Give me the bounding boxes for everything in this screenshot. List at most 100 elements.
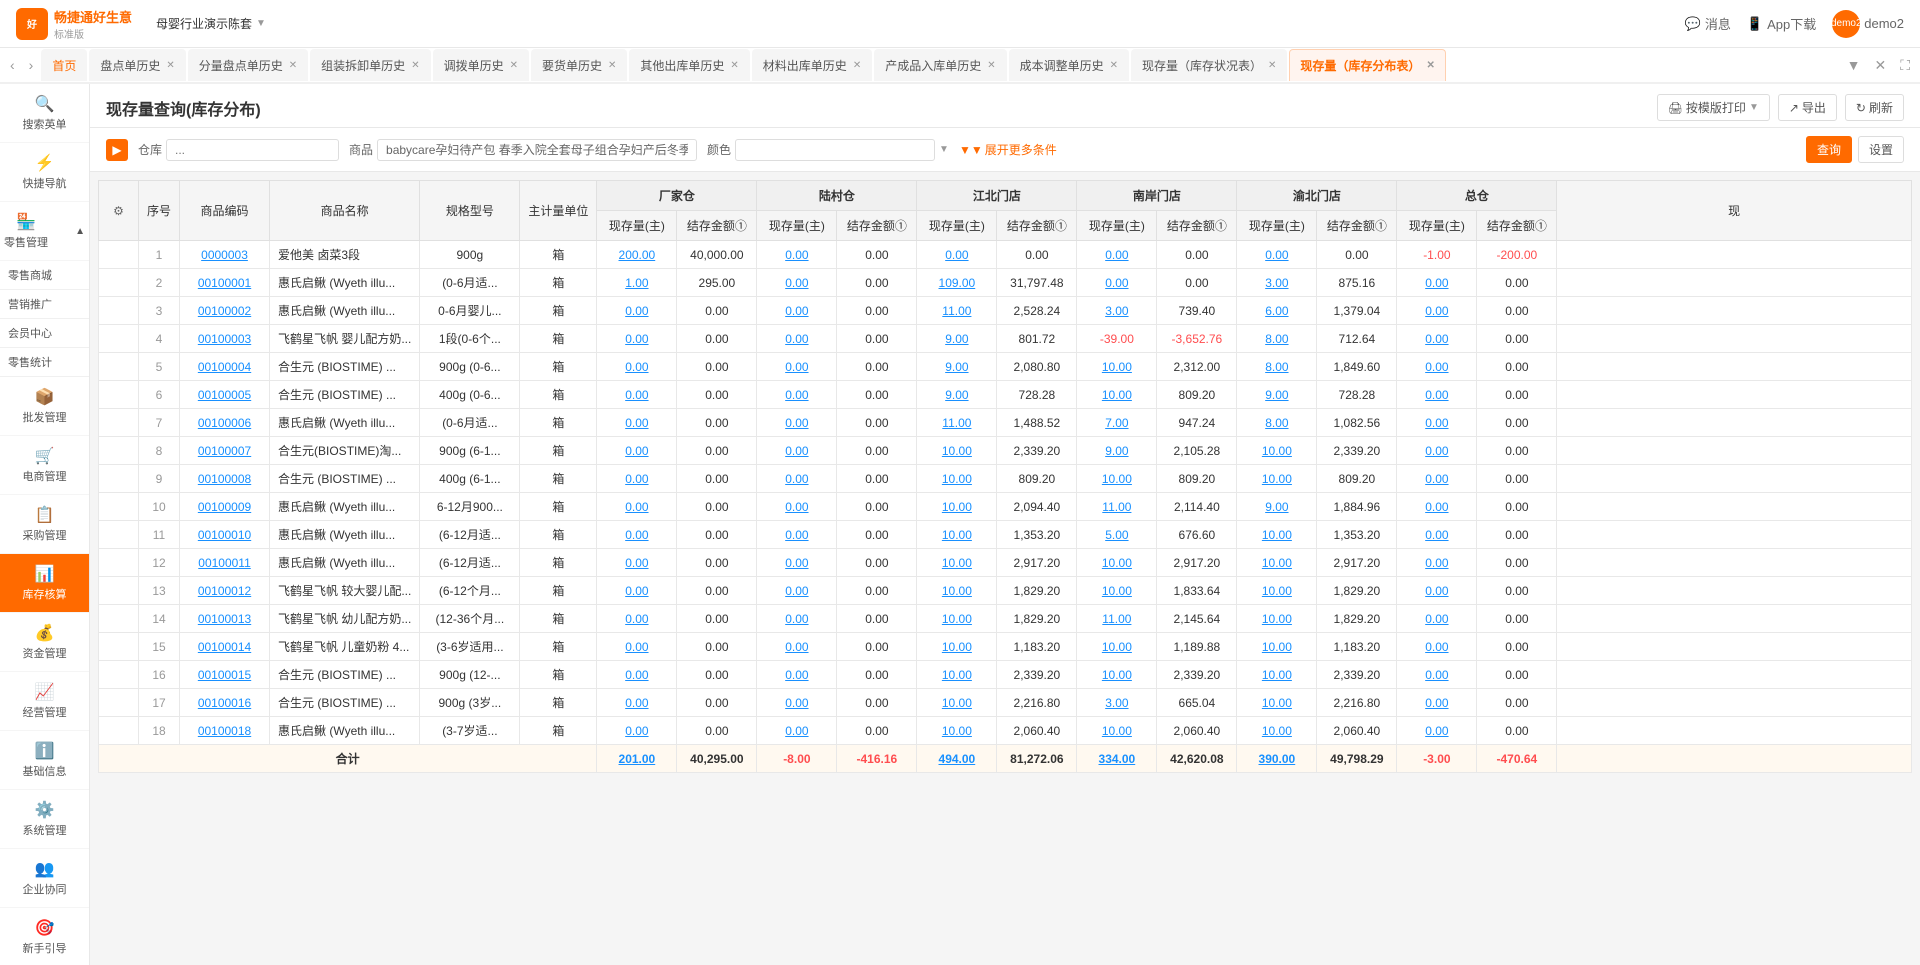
- row-changjia-cur[interactable]: 0.00: [597, 605, 677, 633]
- row-lucun-cur[interactable]: 0.00: [757, 325, 837, 353]
- row-jiangbei-cur[interactable]: 9.00: [917, 325, 997, 353]
- row-zongcang-cur[interactable]: 0.00: [1397, 325, 1477, 353]
- sidebar-item-guide[interactable]: 🎯 新手引导: [0, 908, 89, 965]
- tab-1-close[interactable]: ✕: [166, 60, 174, 71]
- row-jiangbei-cur[interactable]: 10.00: [917, 521, 997, 549]
- row-zongcang-cur[interactable]: 0.00: [1397, 269, 1477, 297]
- row-zongcang-cur[interactable]: 0.00: [1397, 521, 1477, 549]
- row-jiangbei-cur[interactable]: 10.00: [917, 437, 997, 465]
- sidebar-item-member[interactable]: 会员中心: [0, 319, 89, 348]
- row-code[interactable]: 00100002: [180, 297, 270, 325]
- sidebar-item-retail-stat[interactable]: 零售统计: [0, 348, 89, 377]
- row-yubei-cur[interactable]: 8.00: [1237, 353, 1317, 381]
- warehouse-input[interactable]: [166, 139, 339, 161]
- row-changjia-cur[interactable]: 0.00: [597, 549, 677, 577]
- row-lucun-cur[interactable]: 0.00: [757, 605, 837, 633]
- row-jiangbei-cur[interactable]: 11.00: [917, 409, 997, 437]
- row-code[interactable]: 00100013: [180, 605, 270, 633]
- row-code[interactable]: 00100014: [180, 633, 270, 661]
- sidebar-item-system[interactable]: ⚙️ 系统管理: [0, 790, 89, 849]
- row-changjia-cur[interactable]: 0.00: [597, 577, 677, 605]
- row-code[interactable]: 00100001: [180, 269, 270, 297]
- user-area[interactable]: demo2 demo2: [1832, 10, 1904, 38]
- row-lucun-cur[interactable]: 0.00: [757, 437, 837, 465]
- row-nanan-cur[interactable]: 11.00: [1077, 605, 1157, 633]
- row-yubei-cur[interactable]: 0.00: [1237, 241, 1317, 269]
- settings-config-btn[interactable]: 设置: [1858, 136, 1904, 163]
- sidebar-item-mall[interactable]: 零售商城: [0, 261, 89, 290]
- row-jiangbei-cur[interactable]: 9.00: [917, 381, 997, 409]
- row-zongcang-cur[interactable]: 0.00: [1397, 605, 1477, 633]
- row-jiangbei-cur[interactable]: 10.00: [917, 577, 997, 605]
- row-yubei-cur[interactable]: 10.00: [1237, 465, 1317, 493]
- tab-6[interactable]: 其他出库单历史 ✕: [629, 49, 749, 81]
- row-lucun-cur[interactable]: 0.00: [757, 493, 837, 521]
- tab-7[interactable]: 材料出库单历史 ✕: [752, 49, 872, 81]
- row-nanan-cur[interactable]: 5.00: [1077, 521, 1157, 549]
- row-lucun-cur[interactable]: 0.00: [757, 409, 837, 437]
- row-zongcang-cur[interactable]: 0.00: [1397, 689, 1477, 717]
- row-changjia-cur[interactable]: 0.00: [597, 465, 677, 493]
- row-yubei-cur[interactable]: 3.00: [1237, 269, 1317, 297]
- row-zongcang-cur[interactable]: 0.00: [1397, 297, 1477, 325]
- row-jiangbei-cur[interactable]: 10.00: [917, 493, 997, 521]
- row-changjia-cur[interactable]: 0.00: [597, 409, 677, 437]
- sidebar-item-wholesale[interactable]: 📦 批发管理: [0, 377, 89, 436]
- row-lucun-cur[interactable]: 0.00: [757, 633, 837, 661]
- row-code[interactable]: 00100011: [180, 549, 270, 577]
- tab-8-close[interactable]: ✕: [987, 60, 995, 71]
- row-code[interactable]: 00100005: [180, 381, 270, 409]
- row-changjia-cur[interactable]: 0.00: [597, 381, 677, 409]
- row-zongcang-cur[interactable]: 0.00: [1397, 661, 1477, 689]
- print-btn[interactable]: 🖨 按模版打印 ▼: [1657, 94, 1770, 121]
- row-nanan-cur[interactable]: 9.00: [1077, 437, 1157, 465]
- row-nanan-cur[interactable]: 3.00: [1077, 689, 1157, 717]
- row-zongcang-cur[interactable]: 0.00: [1397, 437, 1477, 465]
- tab-10[interactable]: 现存量（库存状况表） ✕: [1131, 49, 1287, 81]
- table-settings-icon[interactable]: ⚙: [113, 204, 124, 218]
- row-jiangbei-cur[interactable]: 109.00: [917, 269, 997, 297]
- row-nanan-cur[interactable]: 10.00: [1077, 381, 1157, 409]
- row-lucun-cur[interactable]: 0.00: [757, 241, 837, 269]
- row-jiangbei-cur[interactable]: 10.00: [917, 717, 997, 745]
- summary-yubei-cur[interactable]: 390.00: [1237, 745, 1317, 773]
- sidebar-item-purchase[interactable]: 📋 采购管理: [0, 495, 89, 554]
- row-nanan-cur[interactable]: 11.00: [1077, 493, 1157, 521]
- row-zongcang-cur[interactable]: 0.00: [1397, 717, 1477, 745]
- row-zongcang-cur[interactable]: 0.00: [1397, 409, 1477, 437]
- row-yubei-cur[interactable]: 10.00: [1237, 633, 1317, 661]
- row-jiangbei-cur[interactable]: 10.00: [917, 661, 997, 689]
- row-nanan-cur[interactable]: 10.00: [1077, 661, 1157, 689]
- row-yubei-cur[interactable]: 10.00: [1237, 549, 1317, 577]
- row-lucun-cur[interactable]: 0.00: [757, 269, 837, 297]
- row-changjia-cur[interactable]: 0.00: [597, 689, 677, 717]
- row-zongcang-cur[interactable]: 0.00: [1397, 493, 1477, 521]
- row-nanan-cur[interactable]: 3.00: [1077, 297, 1157, 325]
- refresh-btn[interactable]: ↻ 刷新: [1845, 94, 1904, 121]
- row-yubei-cur[interactable]: 8.00: [1237, 325, 1317, 353]
- row-jiangbei-cur[interactable]: 10.00: [917, 633, 997, 661]
- row-lucun-cur[interactable]: 0.00: [757, 549, 837, 577]
- row-lucun-cur[interactable]: 0.00: [757, 689, 837, 717]
- row-yubei-cur[interactable]: 8.00: [1237, 409, 1317, 437]
- row-nanan-cur[interactable]: 10.00: [1077, 577, 1157, 605]
- sidebar-item-inventory[interactable]: 📊 库存核算: [0, 554, 89, 613]
- row-jiangbei-cur[interactable]: 11.00: [917, 297, 997, 325]
- sidebar-item-collab[interactable]: 👥 企业协同: [0, 849, 89, 908]
- row-nanan-cur[interactable]: 7.00: [1077, 409, 1157, 437]
- tab-home[interactable]: 首页: [41, 49, 87, 81]
- row-yubei-cur[interactable]: 10.00: [1237, 521, 1317, 549]
- row-changjia-cur[interactable]: 1.00: [597, 269, 677, 297]
- col-settings-header[interactable]: ⚙: [99, 181, 139, 241]
- tab-5[interactable]: 要货单历史 ✕: [531, 49, 627, 81]
- tab-11-close[interactable]: ✕: [1426, 60, 1434, 71]
- row-jiangbei-cur[interactable]: 10.00: [917, 605, 997, 633]
- row-yubei-cur[interactable]: 6.00: [1237, 297, 1317, 325]
- row-zongcang-cur[interactable]: 0.00: [1397, 549, 1477, 577]
- sidebar-item-basic[interactable]: ℹ️ 基础信息: [0, 731, 89, 790]
- row-zongcang-cur[interactable]: 0.00: [1397, 577, 1477, 605]
- tab-4-close[interactable]: ✕: [510, 60, 518, 71]
- row-code[interactable]: 00100012: [180, 577, 270, 605]
- sidebar-item-nav[interactable]: ⚡ 快捷导航: [0, 143, 89, 202]
- goods-input[interactable]: [377, 139, 697, 161]
